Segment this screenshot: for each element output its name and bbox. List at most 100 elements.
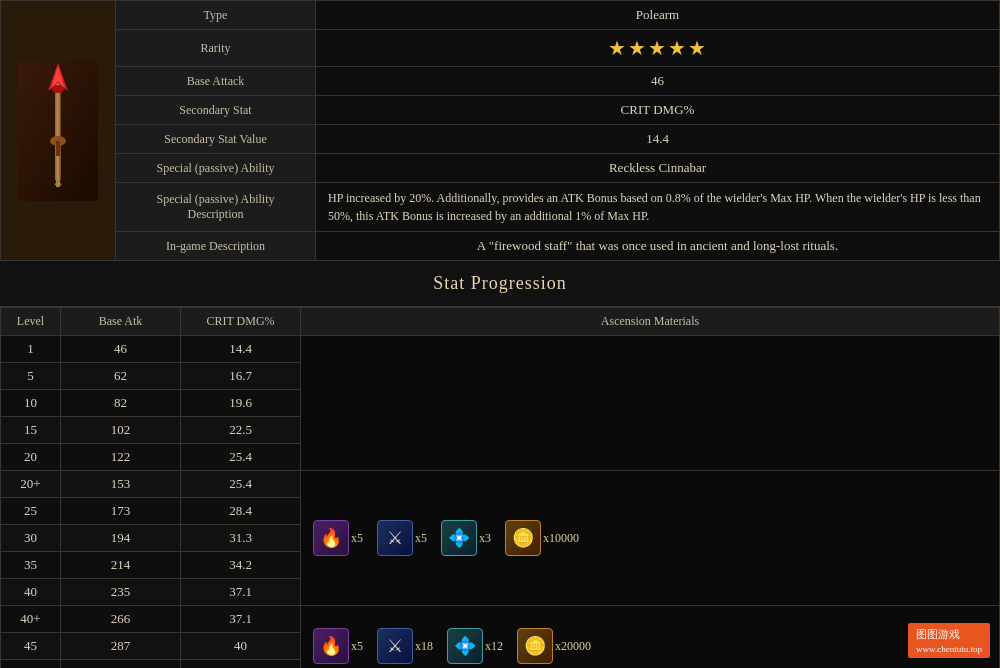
secondary-stat-value: CRIT DMG% — [316, 96, 1000, 125]
crit-dmg-cell: 22.5 — [181, 417, 301, 444]
level-cell: 40+ — [1, 606, 61, 633]
material-count: x10000 — [543, 531, 579, 546]
material-count: x5 — [351, 639, 363, 654]
level-cell: 25 — [1, 498, 61, 525]
material-icon: ⚔ — [377, 520, 413, 556]
crit-dmg-cell: 14.4 — [181, 336, 301, 363]
type-value: Polearm — [316, 1, 1000, 30]
material-count: x12 — [485, 639, 503, 654]
level-cell: 35 — [1, 552, 61, 579]
secondary-stat-label: Secondary Stat — [116, 96, 316, 125]
material-count: x18 — [415, 639, 433, 654]
material-item: ⚔x18 — [377, 628, 439, 664]
ingame-desc-label: In-game Description — [116, 232, 316, 261]
base-atk-cell: 235 — [61, 579, 181, 606]
passive-ability-label: Special (passive) Ability — [116, 154, 316, 183]
material-item: 🪙x10000 — [505, 520, 585, 556]
crit-dmg-cell: 31.3 — [181, 525, 301, 552]
ascension-cell — [301, 336, 1000, 471]
base-atk-cell: 214 — [61, 552, 181, 579]
material-item: 🔥x5 — [313, 628, 369, 664]
material-item: 🔥x5 — [313, 520, 369, 556]
material-icon: 🪙 — [517, 628, 553, 664]
material-count: x5 — [415, 531, 427, 546]
base-attack-label: Base Attack — [116, 67, 316, 96]
table-row: 14614.4 — [1, 336, 1000, 363]
crit-dmg-cell: 42.9 — [181, 660, 301, 669]
level-cell: 15 — [1, 417, 61, 444]
type-label: Type — [116, 1, 316, 30]
level-cell: 10 — [1, 390, 61, 417]
ingame-desc-value: A "firewood staff" that was once used in… — [316, 232, 1000, 261]
ascension-cell: 🔥x5⚔x18💠x12🪙x20000 — [301, 606, 1000, 669]
col-header-base-atk: Base Atk — [61, 308, 181, 336]
base-atk-cell: 102 — [61, 417, 181, 444]
passive-desc-label: Special (passive) Ability Description — [116, 183, 316, 232]
crit-dmg-cell: 40 — [181, 633, 301, 660]
rarity-stars: ★★★★★ — [316, 30, 1000, 67]
table-row: 40+26637.1🔥x5⚔x18💠x12🪙x20000 — [1, 606, 1000, 633]
level-cell: 50 — [1, 660, 61, 669]
crit-dmg-cell: 37.1 — [181, 579, 301, 606]
svg-rect-6 — [56, 141, 60, 156]
material-icon: 🪙 — [505, 520, 541, 556]
base-atk-cell: 46 — [61, 336, 181, 363]
star-icons: ★★★★★ — [608, 37, 708, 59]
rarity-label: Rarity — [116, 30, 316, 67]
level-cell: 20+ — [1, 471, 61, 498]
col-header-ascension: Ascension Materials — [301, 308, 1000, 336]
crit-dmg-cell: 34.2 — [181, 552, 301, 579]
crit-dmg-cell: 25.4 — [181, 471, 301, 498]
material-item: ⚔x5 — [377, 520, 433, 556]
base-atk-cell: 308 — [61, 660, 181, 669]
level-cell: 30 — [1, 525, 61, 552]
svg-rect-8 — [56, 179, 60, 187]
secondary-stat-val-label: Secondary Stat Value — [116, 125, 316, 154]
passive-ability-value: Reckless Cinnabar — [316, 154, 1000, 183]
table-row: 20+15325.4🔥x5⚔x5💠x3🪙x10000 — [1, 471, 1000, 498]
stat-progression-title: Stat Progression — [0, 261, 1000, 307]
crit-dmg-cell: 19.6 — [181, 390, 301, 417]
material-icon: 💠 — [441, 520, 477, 556]
weapon-image-cell — [1, 1, 116, 261]
crit-dmg-cell: 28.4 — [181, 498, 301, 525]
base-atk-cell: 153 — [61, 471, 181, 498]
col-header-level: Level — [1, 308, 61, 336]
base-atk-cell: 287 — [61, 633, 181, 660]
material-icon: 🔥 — [313, 628, 349, 664]
base-atk-cell: 62 — [61, 363, 181, 390]
stat-progression-table: Level Base Atk CRIT DMG% Ascension Mater… — [0, 307, 1000, 668]
material-item: 💠x12 — [447, 628, 509, 664]
material-icon: 💠 — [447, 628, 483, 664]
base-atk-cell: 173 — [61, 498, 181, 525]
crit-dmg-cell: 37.1 — [181, 606, 301, 633]
material-icon: ⚔ — [377, 628, 413, 664]
base-atk-cell: 82 — [61, 390, 181, 417]
base-atk-cell: 266 — [61, 606, 181, 633]
watermark-url: www.chentutu.top — [916, 644, 982, 654]
ascension-cell: 🔥x5⚔x5💠x3🪙x10000 — [301, 471, 1000, 606]
base-atk-cell: 122 — [61, 444, 181, 471]
base-atk-cell: 194 — [61, 525, 181, 552]
watermark-text: 图图游戏 — [916, 628, 960, 640]
material-item: 🪙x20000 — [517, 628, 597, 664]
material-count: x3 — [479, 531, 491, 546]
watermark: 图图游戏 www.chentutu.top — [908, 623, 990, 658]
crit-dmg-cell: 16.7 — [181, 363, 301, 390]
material-count: x5 — [351, 531, 363, 546]
svg-rect-1 — [55, 81, 61, 181]
level-cell: 5 — [1, 363, 61, 390]
material-count: x20000 — [555, 639, 591, 654]
crit-dmg-cell: 25.4 — [181, 444, 301, 471]
level-cell: 45 — [1, 633, 61, 660]
col-header-crit-dmg: CRIT DMG% — [181, 308, 301, 336]
passive-desc-value: HP increased by 20%. Additionally, provi… — [316, 183, 1000, 232]
secondary-stat-val-value: 14.4 — [316, 125, 1000, 154]
svg-point-4 — [52, 85, 64, 93]
weapon-image — [13, 56, 103, 206]
base-attack-value: 46 — [316, 67, 1000, 96]
level-cell: 1 — [1, 336, 61, 363]
level-cell: 20 — [1, 444, 61, 471]
level-cell: 40 — [1, 579, 61, 606]
material-icon: 🔥 — [313, 520, 349, 556]
